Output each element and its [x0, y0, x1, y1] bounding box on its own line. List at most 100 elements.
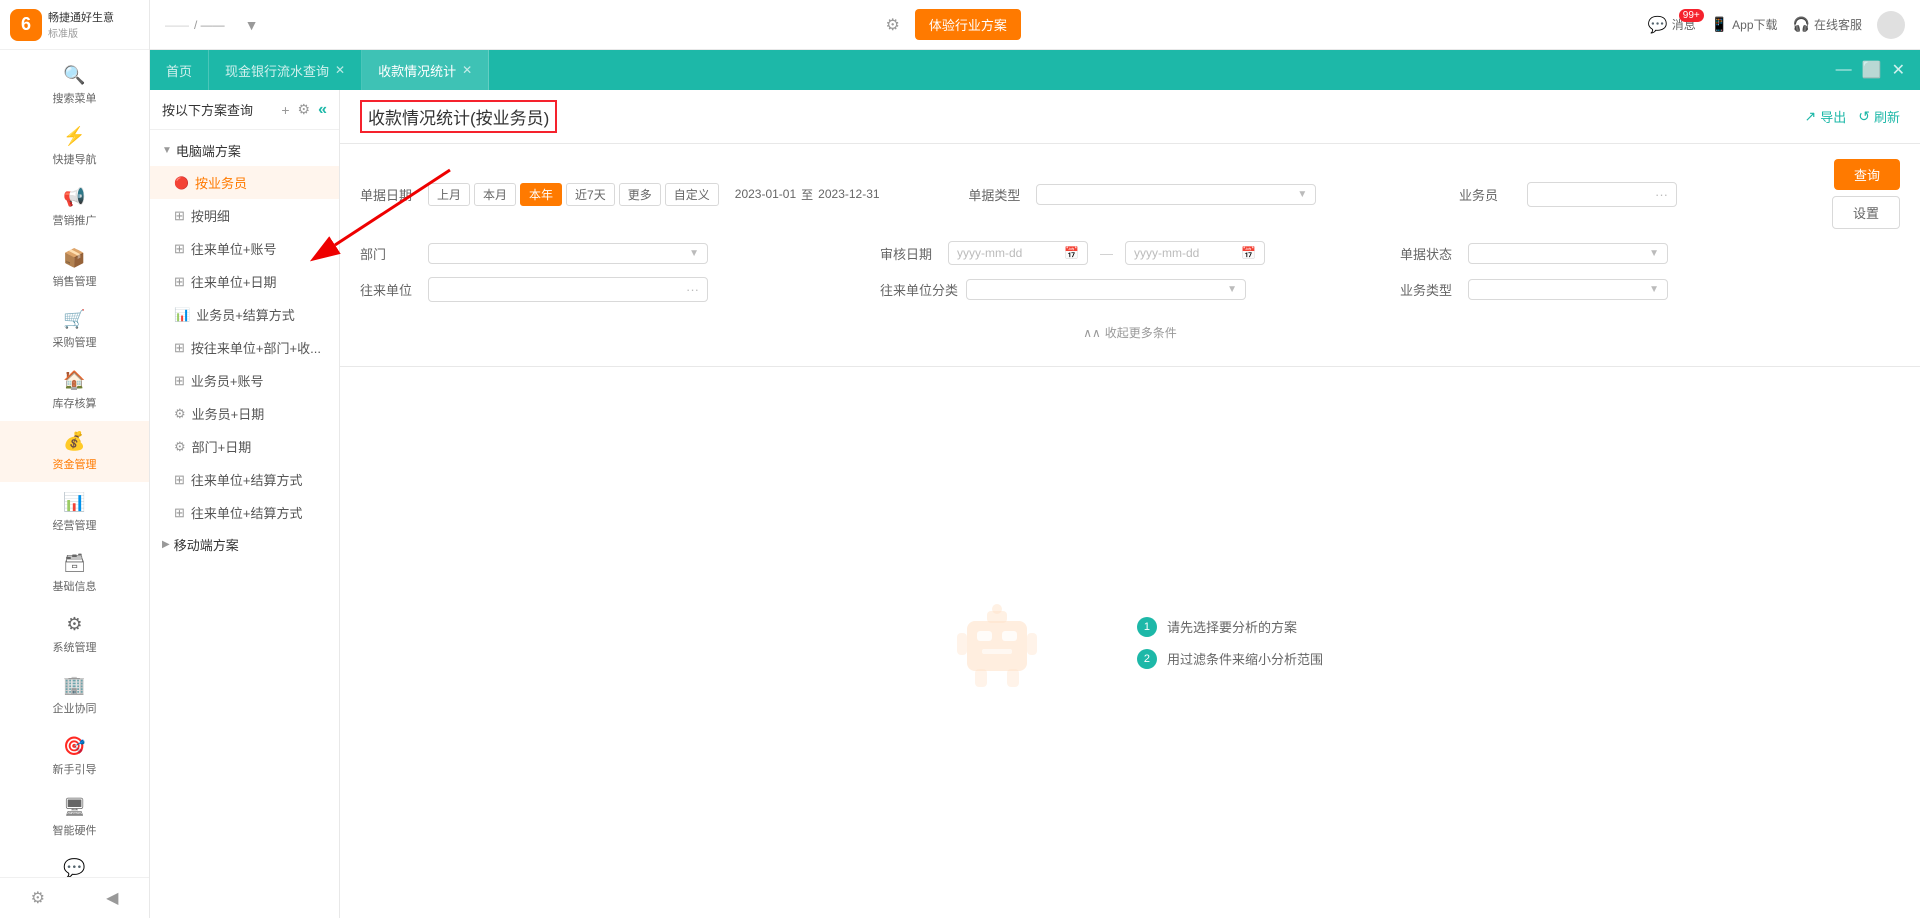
date-btn-more[interactable]: 更多 [619, 183, 661, 206]
scheme-item-by-salesperson[interactable]: 🔴 按业务员 [150, 166, 339, 199]
tab-receipt[interactable]: 收款情况统计 ✕ [362, 50, 489, 90]
tab-receipt-label: 收款情况统计 [378, 61, 456, 80]
dept-label: 部门 [360, 244, 420, 263]
scheme-item-by-detail[interactable]: ⊞ 按明细 [150, 199, 339, 232]
audit-date-start-input[interactable]: yyyy-mm-dd 📅 [948, 241, 1088, 265]
sidebar-item-finance[interactable]: 💰 资金管理 [0, 421, 149, 482]
add-scheme-btn[interactable]: + [281, 102, 289, 118]
sidebar-item-inventory[interactable]: 🏠 库存核算 [0, 360, 149, 421]
bill-type-select[interactable]: ▼ [1036, 184, 1316, 205]
audit-date-start-value: yyyy-mm-dd [957, 246, 1022, 260]
settings-btn[interactable]: 设置 [1832, 196, 1900, 229]
sidebar-item-hardware[interactable]: 🖥 智能硬件 [0, 787, 149, 848]
salesperson-more-icon[interactable]: ··· [1655, 187, 1668, 202]
restore-btn[interactable]: ⬜ [1862, 60, 1882, 80]
trial-btn[interactable]: 体验行业方案 [915, 9, 1021, 40]
user-avatar[interactable] [1877, 11, 1905, 39]
close-btn[interactable]: ✕ [1892, 60, 1905, 80]
date-range-start: 2023-01-01 [735, 187, 796, 201]
sidebar-item-wechat[interactable]: 💬 企业微信 [0, 848, 149, 877]
breadcrumb: —— / —— [165, 18, 225, 32]
scheme-item-label: 按明细 [191, 206, 230, 225]
topbar-settings-btn[interactable]: ⚙ [885, 15, 899, 35]
sidebar-settings-btn[interactable]: ⚙ [31, 888, 45, 908]
date-btn-this-year[interactable]: 本年 [520, 183, 562, 206]
message-btn[interactable]: 💬 消息 99+ [1648, 15, 1696, 35]
inventory-icon: 🏠 [63, 370, 85, 391]
date-btn-this-month[interactable]: 本月 [474, 183, 516, 206]
scheme-item-partner-settlement1[interactable]: ⊞ 往来单位+结算方式 [150, 463, 339, 496]
collapse-btn[interactable]: ∧∧ 收起更多条件 [1083, 324, 1177, 341]
date-btn-custom[interactable]: 自定义 [665, 183, 719, 206]
scheme-item-partner-date[interactable]: ⊞ 往来单位+日期 [150, 265, 339, 298]
scheme-item-sales-settlement[interactable]: 📊 业务员+结算方式 [150, 298, 339, 331]
dept-select[interactable]: ▼ [428, 243, 708, 264]
scheme-settings-btn[interactable]: ⚙ [298, 101, 311, 118]
partner-category-select[interactable]: ▼ [966, 279, 1246, 300]
export-btn[interactable]: ↗ 导出 [1805, 107, 1847, 126]
scheme-item-dept-date[interactable]: ⚙ 部门+日期 [150, 430, 339, 463]
biz-type-arrow-icon: ▼ [1649, 284, 1659, 295]
finance-icon: 💰 [63, 431, 85, 452]
tab-receipt-close-icon[interactable]: ✕ [462, 63, 472, 77]
sidebar-item-label: 搜索菜单 [53, 90, 97, 106]
empty-step-2: 2 用过滤条件来缩小分析范围 [1137, 649, 1323, 669]
scheme-item-grid-icon: ⊞ [174, 472, 185, 488]
scheme-item-partner-settlement2[interactable]: ⊞ 往来单位+结算方式 [150, 496, 339, 529]
tab-home-label: 首页 [166, 61, 192, 80]
sidebar-item-search[interactable]: 🔍 搜索菜单 [0, 55, 149, 116]
window-btns: — ⬜ ✕ [1836, 60, 1920, 80]
audit-date-end-input[interactable]: yyyy-mm-dd 📅 [1125, 241, 1265, 265]
sidebar-footer: ⚙ ◀ [0, 877, 149, 918]
sidebar-item-purchase[interactable]: 🛒 采购管理 [0, 299, 149, 360]
scheme-group-mobile-header[interactable]: ▶ 移动端方案 [150, 529, 339, 560]
sidebar-item-label: 采购管理 [53, 334, 97, 350]
scheme-group-desktop-header[interactable]: ▼ 电脑端方案 [150, 135, 339, 166]
side-panel-title: 按以下方案查询 [162, 100, 253, 119]
tab-home[interactable]: 首页 [150, 50, 209, 90]
audit-date-end-value: yyyy-mm-dd [1134, 246, 1199, 260]
scheme-item-partner-dept[interactable]: ⊞ 按往来单位+部门+收... [150, 331, 339, 364]
enterprise-icon: 🏢 [63, 675, 85, 696]
biz-type-select[interactable]: ▼ [1468, 279, 1668, 300]
collapse-label: 收起更多条件 [1105, 324, 1177, 341]
empty-step-1: 1 请先选择要分析的方案 [1137, 617, 1323, 637]
date-btn-last-month[interactable]: 上月 [428, 183, 470, 206]
minimize-btn[interactable]: — [1836, 61, 1852, 79]
bill-status-arrow-icon: ▼ [1649, 248, 1659, 259]
partner-input[interactable]: ··· [428, 277, 708, 302]
sidebar-item-enterprise[interactable]: 🏢 企业协同 [0, 665, 149, 726]
date-filter-item: 单据日期 上月 本月 本年 近7天 更多 自定义 2023-01-01 [360, 183, 948, 206]
sidebar-item-operation[interactable]: 📊 经营管理 [0, 482, 149, 543]
salesperson-select[interactable]: ··· [1527, 182, 1677, 207]
scheme-item-sales-account[interactable]: ⊞ 业务员+账号 [150, 364, 339, 397]
service-btn[interactable]: 🎧 在线客服 [1793, 16, 1862, 33]
bill-type-arrow-icon: ▼ [1297, 189, 1307, 200]
scheme-item-sales-date[interactable]: ⚙ 业务员+日期 [150, 397, 339, 430]
app-download-btn[interactable]: 📱 App下载 [1711, 16, 1778, 33]
refresh-label: 刷新 [1874, 107, 1900, 126]
side-panel-header: 按以下方案查询 + ⚙ « [150, 90, 339, 130]
sidebar-item-sales[interactable]: 📦 销售管理 [0, 238, 149, 299]
date-btn-last7[interactable]: 近7天 [566, 183, 615, 206]
sidebar-item-system[interactable]: ⚙ 系统管理 [0, 604, 149, 665]
sidebar-collapse-btn[interactable]: ◀ [106, 888, 118, 908]
empty-area: 1 请先选择要分析的方案 2 用过滤条件来缩小分析范围 [340, 367, 1920, 918]
sidebar-item-guide[interactable]: 🎯 新手引导 [0, 726, 149, 787]
scheme-item-gear-icon: ⚙ [174, 439, 186, 455]
sidebar-item-marketing[interactable]: 📢 营销推广 [0, 177, 149, 238]
sidebar-item-quicknav[interactable]: ⚡ 快捷导航 [0, 116, 149, 177]
tab-bank[interactable]: 现金银行流水查询 ✕ [209, 50, 362, 90]
query-btn[interactable]: 查询 [1834, 159, 1900, 190]
partner-more-btn[interactable]: ··· [686, 282, 699, 297]
tab-bank-close-icon[interactable]: ✕ [335, 63, 345, 77]
breadcrumb-dropdown-icon[interactable]: ▼ [245, 17, 259, 33]
sidebar-item-label: 营销推广 [53, 212, 97, 228]
main-panel: 收款情况统计(按业务员) ↗ 导出 ↺ 刷新 [340, 90, 1920, 918]
scheme-item-partner-account[interactable]: ⊞ 往来单位+账号 [150, 232, 339, 265]
refresh-btn[interactable]: ↺ 刷新 [1858, 107, 1900, 126]
sidebar-item-basic[interactable]: 🗃 基础信息 [0, 543, 149, 604]
sidebar-item-label: 资金管理 [53, 456, 97, 472]
collapse-panel-btn[interactable]: « [318, 101, 327, 119]
bill-status-select[interactable]: ▼ [1468, 243, 1668, 264]
